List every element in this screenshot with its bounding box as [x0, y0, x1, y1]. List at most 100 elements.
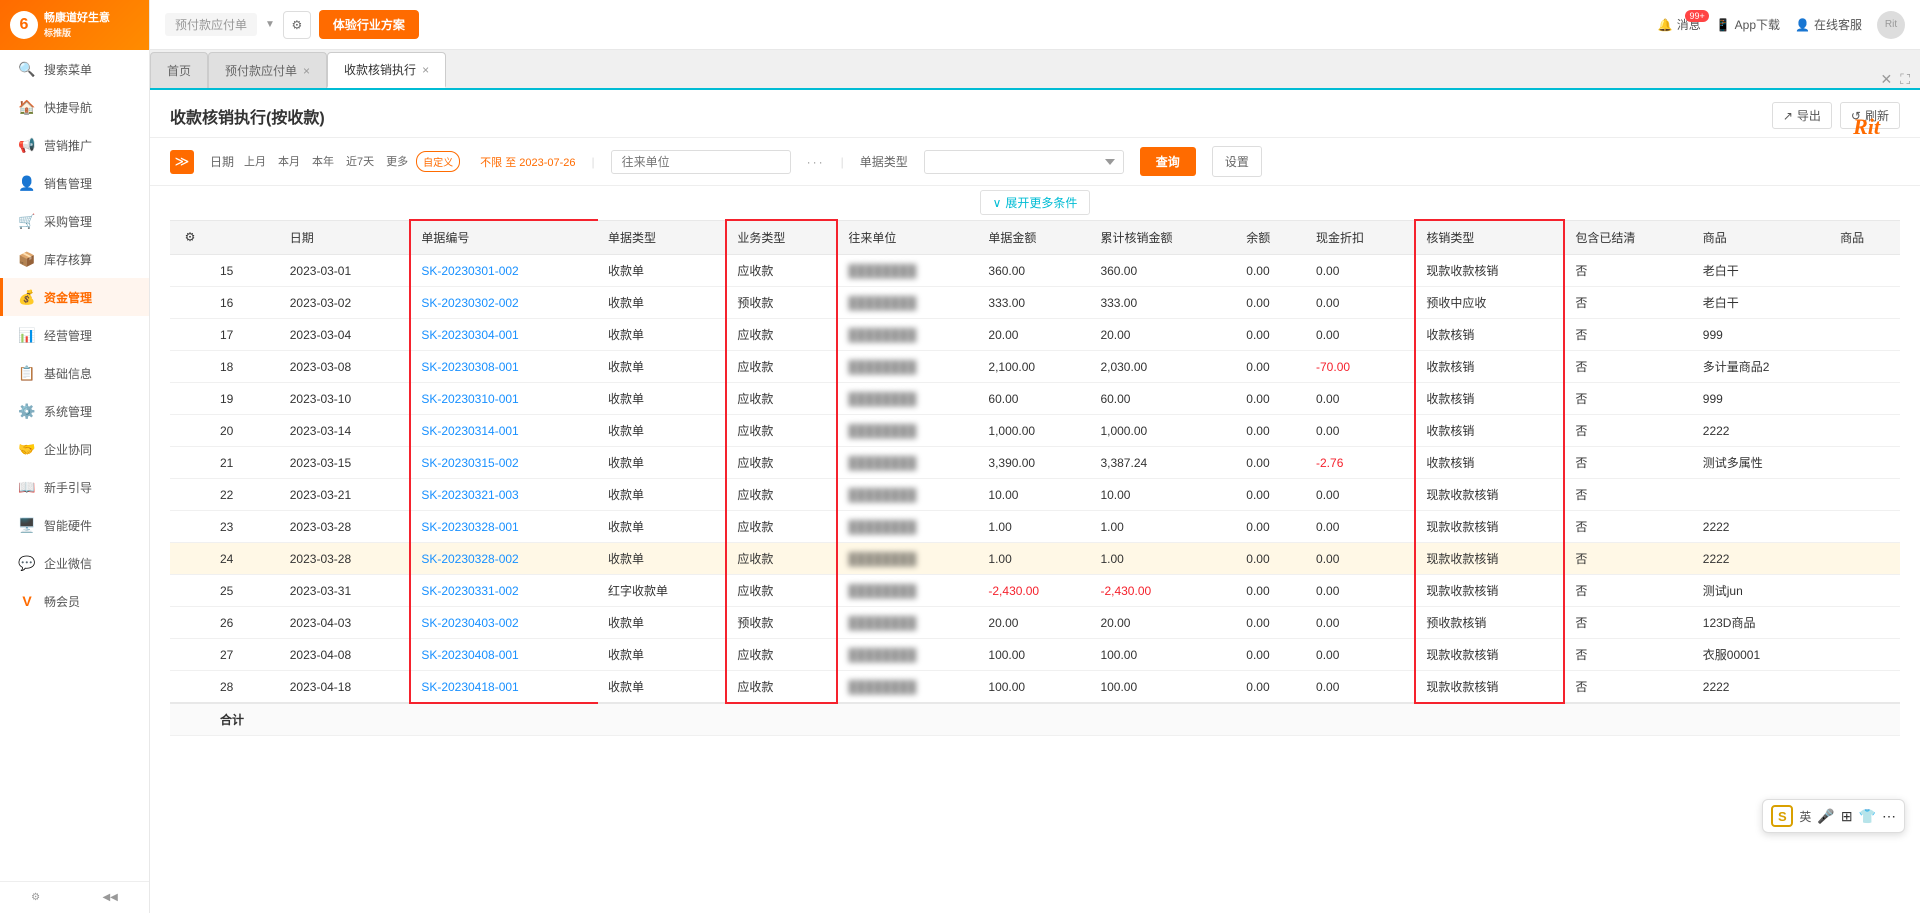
tab-home-label: 首页: [167, 62, 191, 79]
doc-no-link[interactable]: SK-20230403-002: [421, 616, 518, 630]
shirt-icon[interactable]: 👕: [1859, 808, 1876, 825]
mic-icon[interactable]: 🎤: [1817, 808, 1834, 825]
table-cell[interactable]: SK-20230403-002: [410, 607, 598, 639]
table-cell: 否: [1564, 351, 1692, 383]
messages-button[interactable]: 🔔 消息 99+: [1658, 16, 1701, 33]
table-cell: 0.00: [1236, 511, 1306, 543]
table-cell: 0.00: [1306, 543, 1415, 575]
table-cell[interactable]: SK-20230328-001: [410, 511, 598, 543]
sidebar-item-search[interactable]: 🔍 搜索菜单: [0, 50, 149, 88]
doc-no-link[interactable]: SK-20230314-001: [421, 424, 518, 438]
table-cell: 收款单: [598, 479, 726, 511]
sidebar-item-sales[interactable]: 👤 销售管理: [0, 164, 149, 202]
filter-toggle-button[interactable]: ≫: [170, 150, 194, 174]
filter-setting-button[interactable]: 设置: [1212, 146, 1262, 177]
page-header-actions: ↗ 导出 ↺ 刷新: [1772, 102, 1900, 129]
doc-no-link[interactable]: SK-20230308-001: [421, 360, 518, 374]
table-cell[interactable]: SK-20230315-002: [410, 447, 598, 479]
sidebar-item-member[interactable]: V 畅会员: [0, 582, 149, 620]
table-cell: 否: [1564, 607, 1692, 639]
table-cell[interactable]: SK-20230408-001: [410, 639, 598, 671]
sidebar-item-label: 快捷导航: [44, 99, 92, 116]
table-cell: -70.00: [1306, 351, 1415, 383]
table-cell: 2,030.00: [1090, 351, 1236, 383]
table-cell[interactable]: SK-20230328-002: [410, 543, 598, 575]
this-year-btn[interactable]: 本年: [308, 151, 338, 172]
table-cell: 预收款核销: [1415, 607, 1564, 639]
doc-type-select[interactable]: [924, 150, 1124, 174]
sidebar-item-guide[interactable]: 📖 新手引导: [0, 468, 149, 506]
custom-date-btn[interactable]: 自定义: [416, 151, 460, 172]
sidebar-item-hardware[interactable]: 🖥️ 智能硬件: [0, 506, 149, 544]
table-cell[interactable]: SK-20230418-001: [410, 671, 598, 704]
doc-no-link[interactable]: SK-20230408-001: [421, 648, 518, 662]
close-tab-icon[interactable]: ✕: [1880, 71, 1892, 88]
table-cell: 2023-03-21: [280, 479, 411, 511]
table-cell: 红字收款单: [598, 575, 726, 607]
last-month-btn[interactable]: 上月: [240, 151, 270, 172]
expand-more-button[interactable]: ∨ 展开更多条件: [980, 190, 1091, 215]
app-download-button[interactable]: 📱 App下载: [1716, 16, 1780, 33]
trial-button[interactable]: 体验行业方案: [319, 10, 419, 39]
grid-icon[interactable]: ⊞: [1841, 808, 1853, 825]
doc-no-link[interactable]: SK-20230328-001: [421, 520, 518, 534]
doc-no-link[interactable]: SK-20230302-002: [421, 296, 518, 310]
table-container: ⚙ 日期 单据编号 单据类型 业务类型 往来单位 单据金额 累计核销金额 余额 …: [150, 219, 1920, 913]
tab-receipt-cancel-close[interactable]: ×: [422, 63, 429, 77]
doc-no-link[interactable]: SK-20230310-001: [421, 392, 518, 406]
table-cell: 预收款: [726, 287, 837, 319]
table-cell: [1830, 607, 1900, 639]
sidebar-item-finance[interactable]: 💰 资金管理: [0, 278, 149, 316]
col-gear[interactable]: ⚙: [170, 220, 210, 255]
col-seq: [210, 220, 280, 255]
table-cell[interactable]: SK-20230302-002: [410, 287, 598, 319]
table-cell: 16: [210, 287, 280, 319]
table-cell: 衣服00001: [1693, 639, 1830, 671]
table-cell[interactable]: SK-20230321-003: [410, 479, 598, 511]
user-avatar[interactable]: Rit: [1877, 11, 1905, 39]
sidebar-item-basic-info[interactable]: 📋 基础信息: [0, 354, 149, 392]
tab-receipt-cancel[interactable]: 收款核销执行 ×: [327, 52, 446, 88]
doc-no-link[interactable]: SK-20230328-002: [421, 552, 518, 566]
export-button[interactable]: ↗ 导出: [1772, 102, 1832, 129]
table-cell[interactable]: SK-20230304-001: [410, 319, 598, 351]
more-date-btn[interactable]: 更多: [382, 151, 412, 172]
table-cell: 否: [1564, 287, 1692, 319]
collapse-btn[interactable]: ◀◀: [102, 892, 117, 903]
table-cell[interactable]: SK-20230331-002: [410, 575, 598, 607]
sidebar-item-operations[interactable]: 📊 经营管理: [0, 316, 149, 354]
online-service-button[interactable]: 👤 在线客服: [1795, 16, 1862, 33]
query-button[interactable]: 查询: [1140, 147, 1196, 176]
this-month-btn[interactable]: 本月: [274, 151, 304, 172]
counterpart-input[interactable]: [611, 150, 791, 174]
table-cell[interactable]: SK-20230308-001: [410, 351, 598, 383]
sidebar-item-marketing[interactable]: 📢 营销推广: [0, 126, 149, 164]
doc-no-link[interactable]: SK-20230418-001: [421, 680, 518, 694]
doc-no-link[interactable]: SK-20230301-002: [421, 264, 518, 278]
doc-no-link[interactable]: SK-20230331-002: [421, 584, 518, 598]
tab-prepay-close[interactable]: ×: [303, 64, 310, 78]
sidebar-item-system[interactable]: ⚙️ 系统管理: [0, 392, 149, 430]
doc-no-link[interactable]: SK-20230321-003: [421, 488, 518, 502]
sidebar-item-enterprise[interactable]: 🤝 企业协同: [0, 430, 149, 468]
sidebar-item-wechat[interactable]: 💬 企业微信: [0, 544, 149, 582]
doc-no-link[interactable]: SK-20230304-001: [421, 328, 518, 342]
table-cell[interactable]: SK-20230310-001: [410, 383, 598, 415]
settings-btn[interactable]: ⚙: [31, 892, 40, 903]
doc-no-link[interactable]: SK-20230315-002: [421, 456, 518, 470]
sidebar-item-quicknav[interactable]: 🏠 快捷导航: [0, 88, 149, 126]
table-cell[interactable]: SK-20230314-001: [410, 415, 598, 447]
table-cell: 2023-04-08: [280, 639, 411, 671]
tab-prepay[interactable]: 预付款应付单 ×: [208, 52, 327, 88]
gear-button[interactable]: ⚙: [283, 11, 311, 39]
sidebar-item-purchase[interactable]: 🛒 采购管理: [0, 202, 149, 240]
table-cell: [170, 479, 210, 511]
more-icon[interactable]: ⋯: [1882, 808, 1896, 825]
tab-home[interactable]: 首页: [150, 52, 208, 88]
last-7days-btn[interactable]: 近7天: [342, 151, 378, 172]
table-cell: 现款收款核销: [1415, 479, 1564, 511]
table-cell: 否: [1564, 639, 1692, 671]
maximize-icon[interactable]: ⛶: [1900, 71, 1910, 88]
sidebar-item-inventory[interactable]: 📦 库存核算: [0, 240, 149, 278]
table-cell[interactable]: SK-20230301-002: [410, 255, 598, 287]
